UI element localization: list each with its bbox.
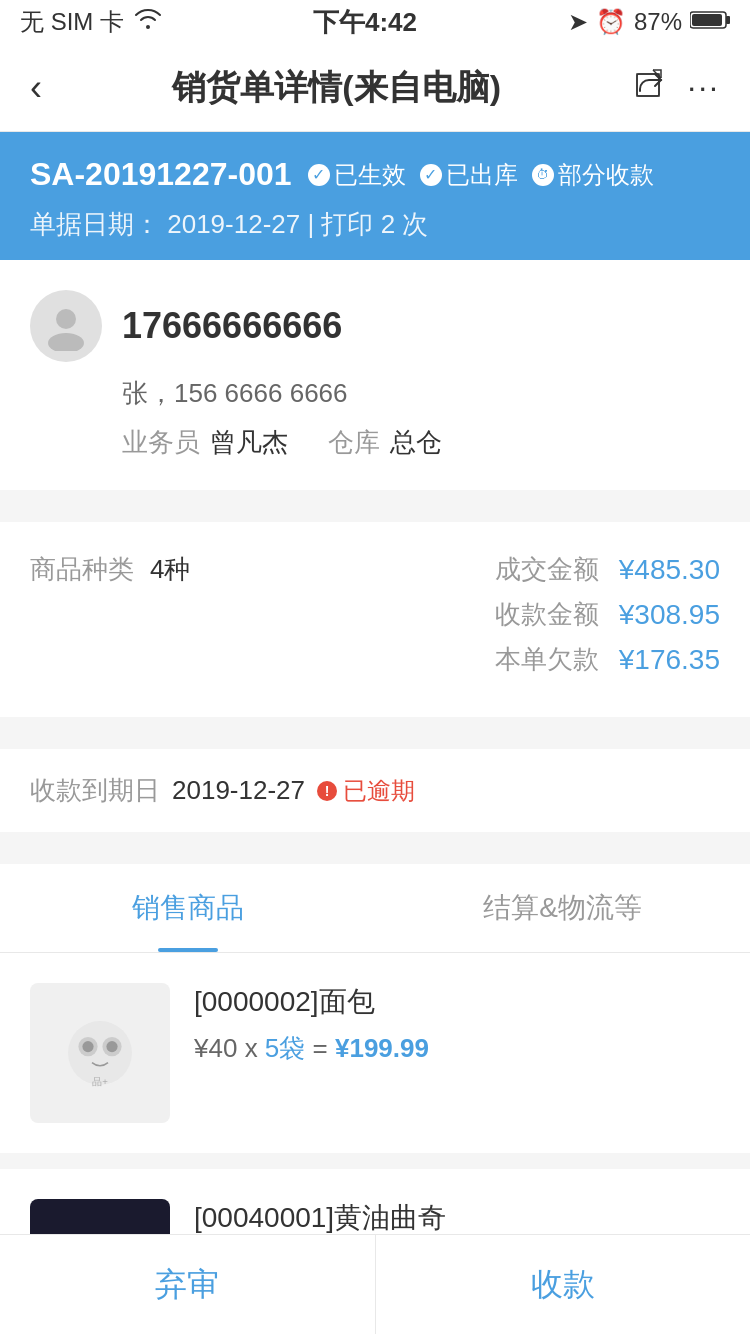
- product-type: 商品种类 4种: [30, 552, 190, 587]
- clock-icon: ⏱: [532, 164, 554, 186]
- qty-1: 5袋: [265, 1033, 305, 1063]
- overdue-dot: !: [317, 781, 337, 801]
- date-label: 单据日期：: [30, 209, 160, 239]
- status-time: 下午4:42: [313, 5, 417, 40]
- product-name-1: [0000002]面包: [194, 983, 720, 1021]
- customer-phone: 17666666666: [122, 305, 342, 347]
- overdue-text: 已逾期: [343, 775, 415, 807]
- badge-partial: ⏱ 部分收款: [532, 159, 654, 191]
- deal-amount-row: 成交金额 ¥485.30: [495, 552, 720, 587]
- product-info-1: [0000002]面包 ¥40 x 5袋 = ¥199.99: [194, 983, 720, 1066]
- salesman-info: 业务员 曾凡杰: [122, 425, 288, 460]
- summary-grid: 商品种类 4种 成交金额 ¥485.30 收款金额 ¥308.95 本单欠款 ¥…: [30, 552, 720, 687]
- summary-right: 成交金额 ¥485.30 收款金额 ¥308.95 本单欠款 ¥176.35: [495, 552, 720, 687]
- nav-bar: ‹ 销货单详情(来自电脑) ···: [0, 44, 750, 132]
- type-value: 4种: [150, 552, 190, 587]
- wifi-icon: [134, 8, 162, 36]
- battery-icon: [690, 8, 730, 36]
- check-icon-2: ✓: [420, 164, 442, 186]
- badge-effective: ✓ 已生效: [308, 159, 406, 191]
- location-icon: ➤: [568, 8, 588, 36]
- battery-text: 87%: [634, 8, 682, 36]
- avatar: [30, 290, 102, 362]
- product-image-1: 品+: [30, 983, 170, 1123]
- svg-rect-1: [726, 16, 730, 24]
- summary-section: 商品种类 4种 成交金额 ¥485.30 收款金额 ¥308.95 本单欠款 ¥…: [0, 522, 750, 717]
- banner-date-row: 单据日期： 2019-12-27 | 打印 2 次: [30, 207, 720, 242]
- svg-point-4: [56, 309, 76, 329]
- owed-amount-row: 本单欠款 ¥176.35: [495, 642, 720, 677]
- warehouse-label: 仓库: [328, 425, 380, 460]
- customer-meta: 业务员 曾凡杰 仓库 总仓: [30, 425, 720, 460]
- total-1: ¥199.99: [335, 1033, 429, 1063]
- alarm-icon: ⏰: [596, 8, 626, 36]
- svg-point-9: [82, 1041, 93, 1052]
- divider-3: [0, 848, 750, 864]
- nav-left: ‹: [30, 67, 42, 109]
- banner-row1: SA-20191227-001 ✓ 已生效 ✓ 已出库 ⏱ 部分收款: [30, 156, 720, 193]
- back-button[interactable]: ‹: [30, 67, 42, 109]
- customer-name: 张，156 6666 6666: [30, 376, 720, 411]
- tab-settlement[interactable]: 结算&物流等: [375, 864, 750, 952]
- overdue-badge: ! 已逾期: [317, 775, 415, 807]
- owed-label: 本单欠款: [495, 642, 599, 677]
- type-label: 商品种类: [30, 552, 134, 587]
- svg-point-5: [48, 333, 84, 351]
- price-base-1: ¥40: [194, 1033, 237, 1063]
- owed-value: ¥176.35: [619, 644, 720, 676]
- page-title: 销货单详情(来自电脑): [172, 65, 501, 111]
- check-icon-1: ✓: [308, 164, 330, 186]
- list-item: 品+ [0000002]面包 ¥40 x 5袋 = ¥199.99: [0, 953, 750, 1153]
- warehouse-info: 仓库 总仓: [328, 425, 442, 460]
- salesman-label: 业务员: [122, 425, 200, 460]
- header-banner: SA-20191227-001 ✓ 已生效 ✓ 已出库 ⏱ 部分收款 单据日期：…: [0, 132, 750, 260]
- bottom-bar: 弃审 收款: [0, 1234, 750, 1334]
- tabs: 销售商品 结算&物流等: [0, 864, 750, 953]
- deal-amount-label: 成交金额: [495, 552, 599, 587]
- warehouse-value: 总仓: [390, 425, 442, 460]
- order-number: SA-20191227-001: [30, 156, 292, 193]
- order-date: 2019-12-27: [167, 209, 300, 239]
- summary-left: 商品种类 4种: [30, 552, 190, 587]
- status-right: ➤ ⏰ 87%: [568, 8, 730, 36]
- share-button[interactable]: [631, 66, 667, 109]
- product-price-1: ¥40 x 5袋 = ¥199.99: [194, 1031, 720, 1066]
- received-label: 收款金额: [495, 597, 599, 632]
- price-x-1: x: [245, 1033, 265, 1063]
- svg-text:品+: 品+: [92, 1076, 108, 1087]
- received-amount-row: 收款金额 ¥308.95: [495, 597, 720, 632]
- due-section: 收款到期日 2019-12-27 ! 已逾期: [0, 749, 750, 832]
- more-button[interactable]: ···: [687, 69, 720, 106]
- salesman-value: 曾凡杰: [210, 425, 288, 460]
- signal-text: 无 SIM 卡: [20, 6, 124, 38]
- status-bar: 无 SIM 卡 下午4:42 ➤ ⏰ 87%: [0, 0, 750, 44]
- nav-right: ···: [631, 66, 720, 109]
- status-left: 无 SIM 卡: [20, 6, 162, 38]
- deal-amount-value: ¥485.30: [619, 554, 720, 586]
- divider-2: [0, 733, 750, 749]
- cancel-button[interactable]: 弃审: [0, 1235, 376, 1334]
- banner-badges: ✓ 已生效 ✓ 已出库 ⏱ 部分收款: [308, 159, 654, 191]
- svg-rect-2: [692, 14, 722, 26]
- customer-row: 17666666666: [30, 290, 720, 362]
- customer-section: 17666666666 张，156 6666 6666 业务员 曾凡杰 仓库 总…: [0, 260, 750, 490]
- price-eq-1: =: [313, 1033, 335, 1063]
- due-date: 2019-12-27: [172, 775, 305, 806]
- badge-shipped: ✓ 已出库: [420, 159, 518, 191]
- product-name-2: [00040001]黄油曲奇: [194, 1199, 720, 1237]
- tab-sales-products[interactable]: 销售商品: [0, 864, 375, 952]
- due-label: 收款到期日: [30, 773, 160, 808]
- divider-1: [0, 506, 750, 522]
- confirm-button[interactable]: 收款: [376, 1235, 751, 1334]
- svg-point-10: [106, 1041, 117, 1052]
- received-value: ¥308.95: [619, 599, 720, 631]
- print-info: | 打印 2 次: [307, 209, 428, 239]
